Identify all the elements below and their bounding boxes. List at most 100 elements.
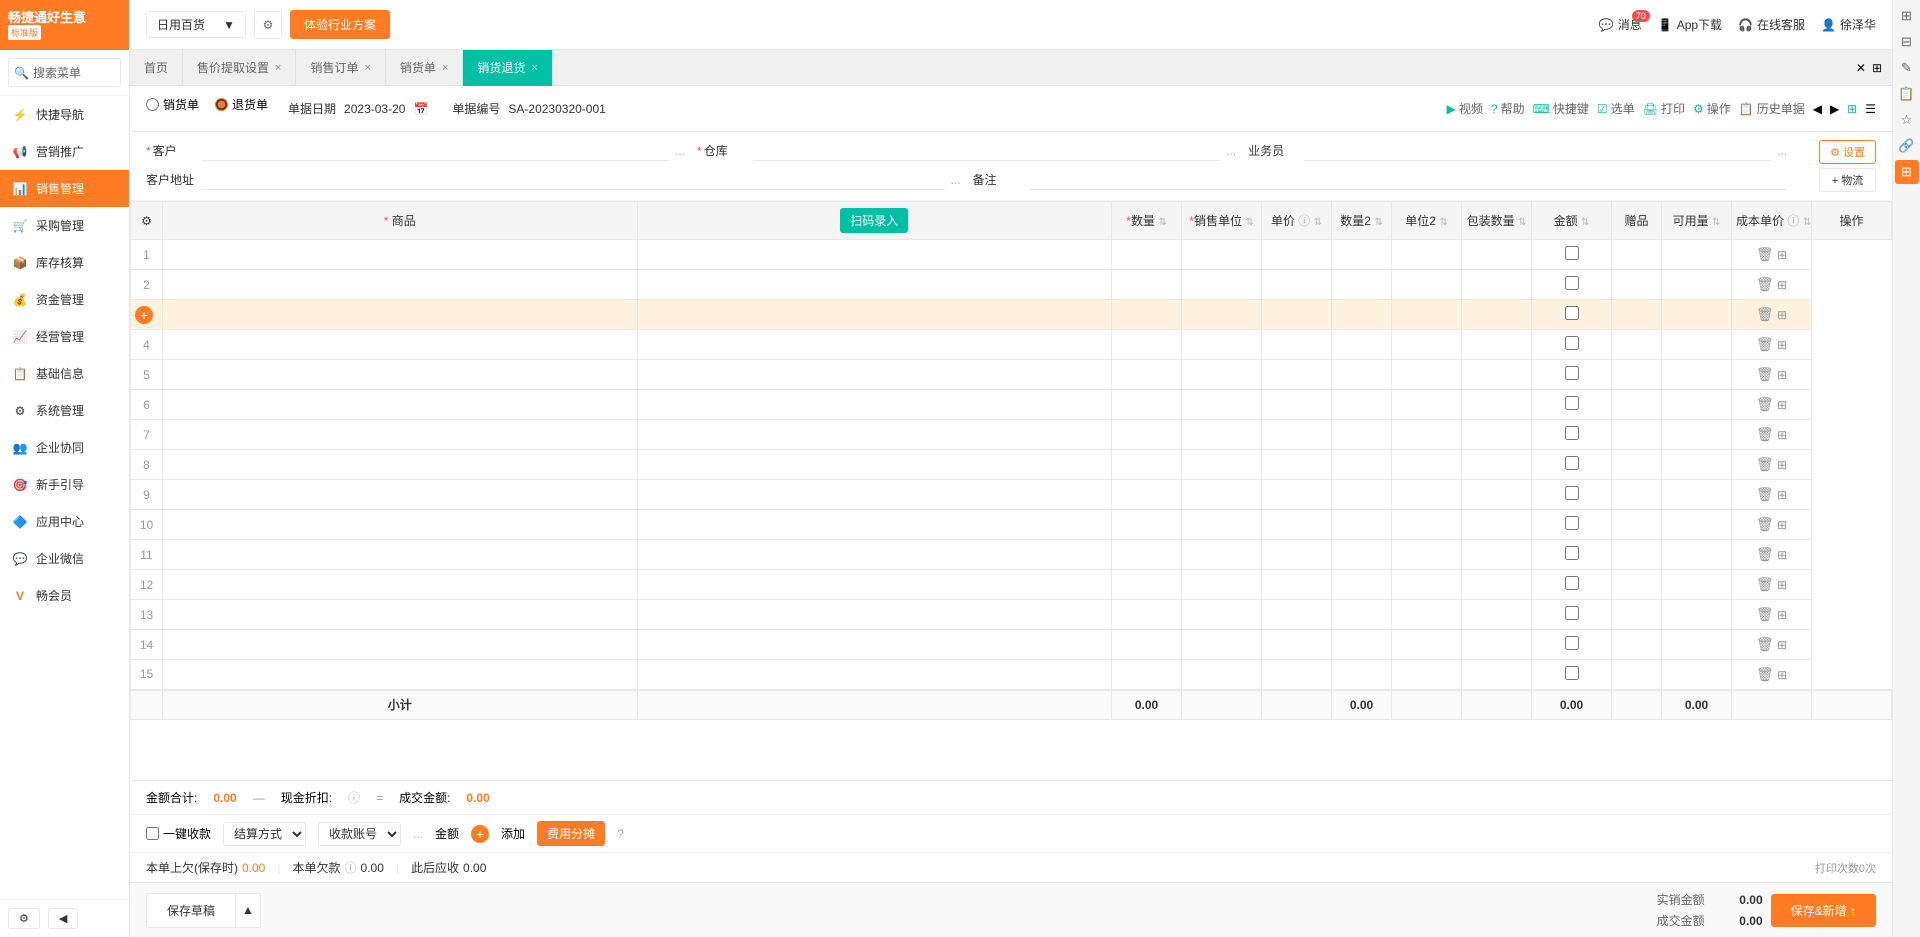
- unit-cell[interactable]: [1112, 630, 1182, 660]
- address-select-button[interactable]: ...: [951, 173, 961, 187]
- cost-cell[interactable]: [1662, 360, 1732, 390]
- tab-sales-return[interactable]: 销货退货 ×: [463, 50, 552, 86]
- qty-cell[interactable]: [637, 450, 1112, 480]
- gift-checkbox[interactable]: [1565, 576, 1579, 590]
- gift-checkbox[interactable]: [1565, 546, 1579, 560]
- add-row-button[interactable]: +: [135, 306, 153, 324]
- video-button[interactable]: ▶ 视频: [1447, 100, 1483, 117]
- product-cell[interactable]: [163, 630, 638, 660]
- product-cell[interactable]: [163, 570, 638, 600]
- price-info-icon[interactable]: ⓘ: [1298, 214, 1310, 228]
- copy-row-button[interactable]: ⊞: [1777, 668, 1787, 682]
- sidebar-item-guide[interactable]: 🎯 新手引导: [0, 466, 129, 503]
- return-type-radio[interactable]: 退货单: [215, 96, 268, 113]
- qty2-cell[interactable]: [1262, 480, 1332, 510]
- right-panel-icon-7[interactable]: ⊞: [1895, 160, 1919, 184]
- sidebar-item-sales[interactable]: 📊 销售管理: [0, 170, 129, 207]
- unit-cell[interactable]: [1112, 450, 1182, 480]
- available-cell[interactable]: [1612, 570, 1662, 600]
- copy-row-button[interactable]: ⊞: [1777, 428, 1787, 442]
- gift-checkbox[interactable]: [1565, 456, 1579, 470]
- warehouse-select-button[interactable]: ...: [1226, 144, 1236, 158]
- salesperson-select-button[interactable]: ...: [1777, 144, 1787, 158]
- amount-cell[interactable]: [1462, 480, 1532, 510]
- price-cell[interactable]: [1182, 630, 1262, 660]
- delete-row-button[interactable]: 🗑: [1756, 456, 1774, 473]
- address-input[interactable]: [202, 169, 945, 190]
- unit2-cell[interactable]: [1332, 630, 1392, 660]
- copy-row-button[interactable]: ⊞: [1777, 608, 1787, 622]
- cost-cell[interactable]: [1662, 240, 1732, 270]
- unit2-cell[interactable]: [1332, 660, 1392, 690]
- copy-row-button[interactable]: ⊞: [1777, 548, 1787, 562]
- qty-sort-icon[interactable]: ⇅: [1158, 217, 1166, 228]
- right-panel-icon-1[interactable]: ⊞: [1895, 4, 1919, 28]
- gift-checkbox-cell[interactable]: [1532, 240, 1612, 270]
- tab-sales-bill[interactable]: 销货单 ×: [386, 50, 463, 86]
- gift-checkbox[interactable]: [1565, 666, 1579, 680]
- available-cell[interactable]: [1612, 450, 1662, 480]
- gift-checkbox[interactable]: [1565, 396, 1579, 410]
- pack-cell[interactable]: [1392, 480, 1462, 510]
- tab-home[interactable]: 首页: [130, 50, 183, 86]
- unit-cell[interactable]: [1112, 330, 1182, 360]
- available-cell[interactable]: [1612, 660, 1662, 690]
- sidebar-item-wechat[interactable]: 💬 企业微信: [0, 540, 129, 577]
- amount-cell[interactable]: [1462, 630, 1532, 660]
- available-cell[interactable]: [1612, 360, 1662, 390]
- sidebar-item-member[interactable]: V 畅会员: [0, 577, 129, 614]
- product-cell[interactable]: [163, 300, 638, 330]
- amount-cell[interactable]: [1462, 270, 1532, 300]
- gift-checkbox-cell[interactable]: [1532, 420, 1612, 450]
- gift-checkbox-cell[interactable]: [1532, 600, 1612, 630]
- gift-checkbox-cell[interactable]: [1532, 270, 1612, 300]
- experience-button[interactable]: 体验行业方案: [290, 10, 390, 39]
- delete-row-button[interactable]: 🗑: [1756, 396, 1774, 413]
- unit2-cell[interactable]: [1332, 480, 1392, 510]
- available-cell[interactable]: [1612, 540, 1662, 570]
- available-cell[interactable]: [1612, 600, 1662, 630]
- sidebar-item-purchase[interactable]: 🛒 采购管理: [0, 207, 129, 244]
- salesperson-input[interactable]: 选择...: [1304, 140, 1771, 161]
- pack-cell[interactable]: [1392, 450, 1462, 480]
- price-cell[interactable]: [1182, 510, 1262, 540]
- app-download-button[interactable]: 📱 App下载: [1658, 16, 1722, 33]
- prev-record-button[interactable]: ◀: [1813, 102, 1822, 116]
- debt-icon[interactable]: ⓘ: [345, 859, 357, 876]
- right-panel-icon-4[interactable]: 📋: [1895, 82, 1919, 106]
- unit-cell[interactable]: [1112, 600, 1182, 630]
- product-cell[interactable]: [163, 510, 638, 540]
- qty-cell[interactable]: [637, 630, 1112, 660]
- delete-row-button[interactable]: 🗑: [1756, 366, 1774, 383]
- price-cell[interactable]: [1182, 480, 1262, 510]
- qty2-cell[interactable]: [1262, 660, 1332, 690]
- sidebar-item-finance[interactable]: 💰 资金管理: [0, 281, 129, 318]
- sidebar-collapse-button[interactable]: ◀: [48, 908, 78, 929]
- price-cell[interactable]: [1182, 330, 1262, 360]
- qty-cell[interactable]: [637, 480, 1112, 510]
- tab-close-icon[interactable]: ×: [364, 62, 370, 74]
- col-header-gear[interactable]: ⚙: [131, 202, 163, 240]
- unit2-cell[interactable]: [1332, 390, 1392, 420]
- warehouse-input[interactable]: 总仓: [753, 140, 1220, 161]
- price-cell[interactable]: [1182, 390, 1262, 420]
- customer-input[interactable]: [202, 140, 669, 161]
- price-cell[interactable]: [1182, 300, 1262, 330]
- available-cell[interactable]: [1612, 300, 1662, 330]
- product-cell[interactable]: [163, 240, 638, 270]
- qty2-cell[interactable]: [1262, 630, 1332, 660]
- gift-checkbox[interactable]: [1565, 336, 1579, 350]
- sidebar-item-quick-nav[interactable]: ⚡ 快捷导航: [0, 96, 129, 133]
- pack-cell[interactable]: [1392, 510, 1462, 540]
- message-button[interactable]: 💬 消息 70: [1599, 16, 1642, 33]
- tab-close-icon[interactable]: ×: [442, 62, 448, 74]
- copy-row-button[interactable]: ⊞: [1777, 578, 1787, 592]
- amount-cell[interactable]: [1462, 420, 1532, 450]
- online-service-button[interactable]: 🎧 在线客服: [1738, 16, 1805, 33]
- unit2-cell[interactable]: [1332, 300, 1392, 330]
- customer-select-button[interactable]: ...: [675, 144, 685, 158]
- unit2-sort-icon[interactable]: ⇅: [1439, 217, 1447, 228]
- unit-cell[interactable]: [1112, 570, 1182, 600]
- available-cell[interactable]: [1612, 270, 1662, 300]
- delete-row-button[interactable]: 🗑: [1756, 306, 1774, 323]
